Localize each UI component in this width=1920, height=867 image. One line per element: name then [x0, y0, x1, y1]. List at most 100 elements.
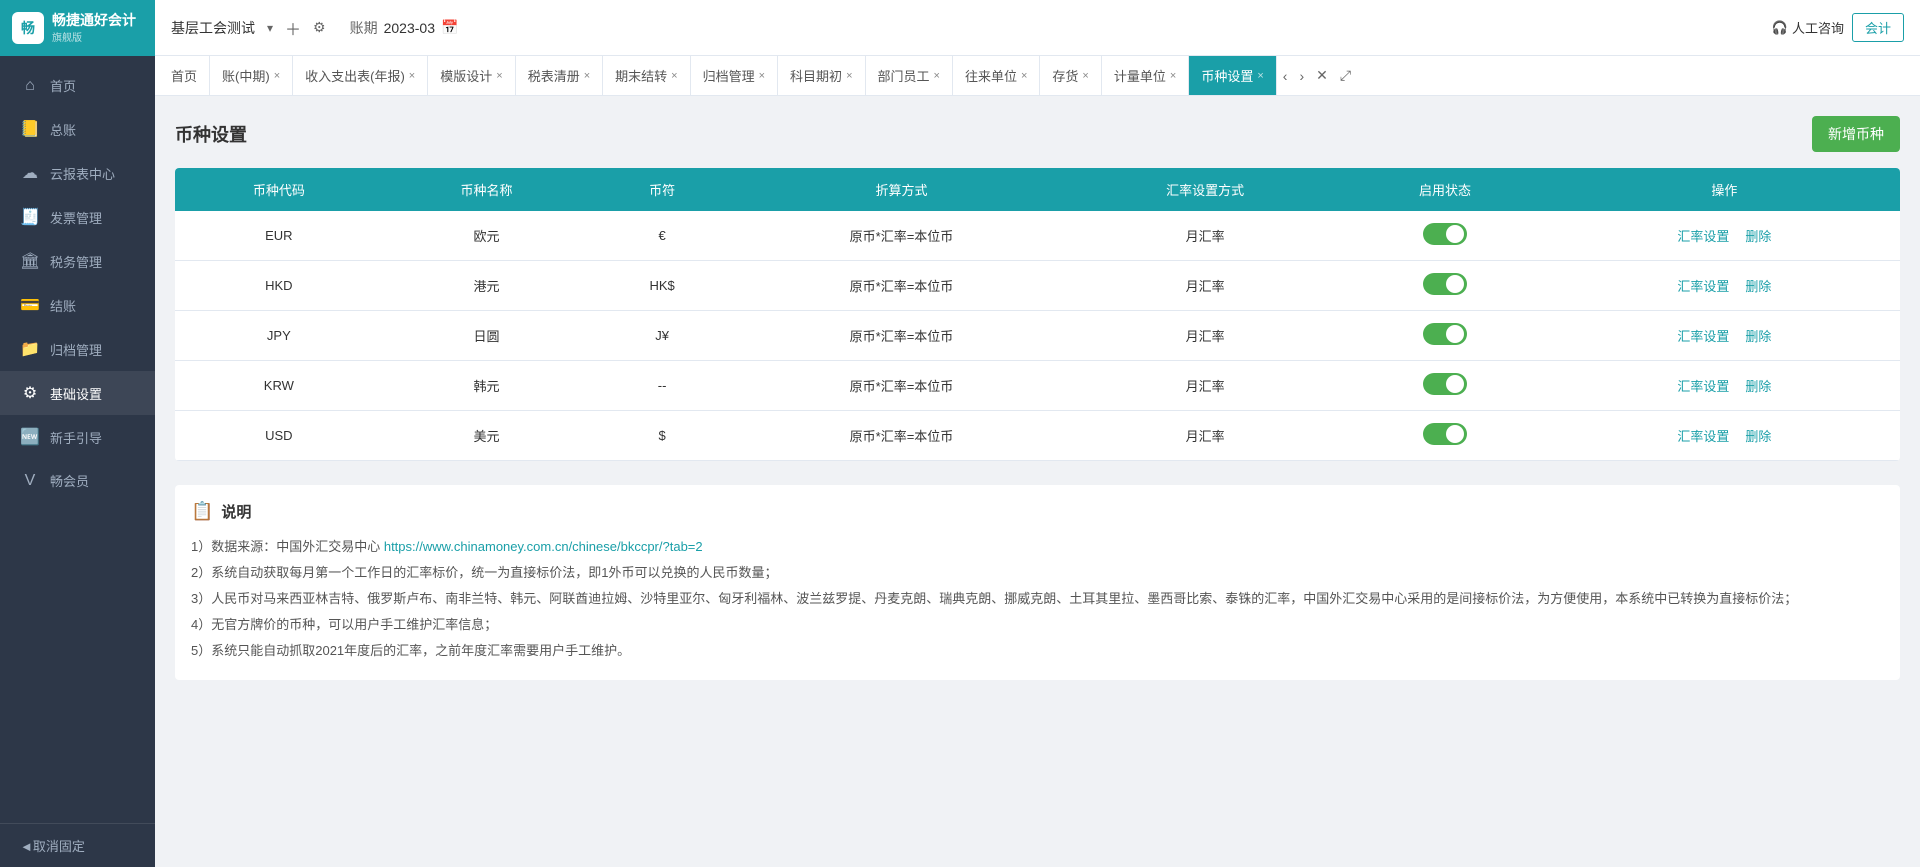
tab-label-partner: 往来单位: [965, 66, 1017, 85]
nav-icon-settings: ⚙: [20, 383, 40, 403]
cell-actions-1: 汇率设置 删除: [1549, 261, 1900, 311]
tab-close-all-btn[interactable]: ✕: [1310, 56, 1334, 96]
company-dropdown-icon[interactable]: ▾: [267, 21, 273, 35]
delete-btn-2[interactable]: 删除: [1745, 329, 1771, 344]
account-type-button[interactable]: 会计: [1852, 13, 1904, 42]
sidebar-item-home[interactable]: ⌂首页: [0, 64, 155, 107]
col-header-1: 币种名称: [383, 168, 591, 211]
toggle-3[interactable]: [1423, 373, 1467, 395]
tab-taxclear[interactable]: 税表清册 ×: [516, 56, 603, 96]
main-area: 基层工会测试 ▾ ＋ ⚙ 账期 2023-03 📅 🎧 人工咨询 会计 首页账(…: [155, 0, 1920, 867]
cell-rate-2: 月汇率: [1069, 311, 1341, 361]
tab-template[interactable]: 模版设计 ×: [428, 56, 515, 96]
tab-income[interactable]: 收入支出表(年报) ×: [293, 56, 428, 96]
calendar-icon[interactable]: 📅: [441, 19, 458, 36]
toggle-1[interactable]: [1423, 273, 1467, 295]
sidebar-item-checkout[interactable]: 💳结账: [0, 283, 155, 327]
tab-close-income[interactable]: ×: [409, 70, 415, 82]
cell-rate-3: 月汇率: [1069, 361, 1341, 411]
notes-list: 1）数据来源：中国外汇交易中心 https://www.chinamoney.c…: [191, 534, 1884, 664]
sidebar-item-archive[interactable]: 📁归档管理: [0, 327, 155, 371]
cell-actions-2: 汇率设置 删除: [1549, 311, 1900, 361]
sidebar-item-member[interactable]: V畅会员: [0, 459, 155, 502]
tab-subjects[interactable]: 科目期初 ×: [778, 56, 865, 96]
tab-expand-btn[interactable]: ⤢: [1334, 56, 1357, 96]
tab-close-unit[interactable]: ×: [1170, 70, 1176, 82]
toggle-2[interactable]: [1423, 323, 1467, 345]
rate-setting-btn-2[interactable]: 汇率设置: [1677, 329, 1729, 344]
tab-settlement[interactable]: 账(中期) ×: [210, 56, 293, 96]
delete-btn-3[interactable]: 删除: [1745, 379, 1771, 394]
nav-icon-reports: ☁: [20, 163, 40, 183]
tab-period-end[interactable]: 期末结转 ×: [603, 56, 690, 96]
toggle-knob-4: [1446, 425, 1464, 443]
rate-setting-btn-1[interactable]: 汇率设置: [1677, 279, 1729, 294]
cell-toggle-3: [1341, 361, 1549, 411]
tab-label-period-end: 期末结转: [615, 66, 667, 85]
tab-partner[interactable]: 往来单位 ×: [953, 56, 1040, 96]
tab-unit[interactable]: 计量单位 ×: [1102, 56, 1189, 96]
toggle-knob-0: [1446, 225, 1464, 243]
toggle-0[interactable]: [1423, 223, 1467, 245]
support-button[interactable]: 🎧 人工咨询: [1772, 18, 1844, 37]
col-header-5: 启用状态: [1341, 168, 1549, 211]
tab-inventory[interactable]: 存货 ×: [1040, 56, 1101, 96]
tab-close-settlement[interactable]: ×: [274, 70, 280, 82]
tab-prev-btn[interactable]: ‹: [1277, 56, 1294, 96]
nav-label-ledger: 总账: [50, 120, 76, 139]
cell-name-2: 日圆: [383, 311, 591, 361]
sidebar-footer[interactable]: ◄取消固定: [0, 823, 155, 867]
table-row-4: USD美元$原币*汇率=本位币月汇率汇率设置删除: [175, 411, 1900, 461]
tab-archive[interactable]: 归档管理 ×: [691, 56, 778, 96]
col-header-3: 折算方式: [734, 168, 1069, 211]
settings-icon[interactable]: ⚙: [313, 19, 326, 36]
tab-close-inventory[interactable]: ×: [1082, 70, 1088, 82]
cell-symbol-1: HK$: [590, 261, 733, 311]
new-currency-button[interactable]: 新增币种: [1812, 116, 1900, 152]
delete-btn-1[interactable]: 删除: [1745, 279, 1771, 294]
rate-setting-btn-4[interactable]: 汇率设置: [1677, 429, 1729, 444]
cell-symbol-3: --: [590, 361, 733, 411]
sidebar-item-reports[interactable]: ☁云报表中心: [0, 151, 155, 195]
tab-label-subjects: 科目期初: [790, 66, 842, 85]
cell-calc-4: 原币*汇率=本位币: [734, 411, 1069, 461]
tab-close-dept[interactable]: ×: [934, 70, 940, 82]
table-row-3: KRW韩元--原币*汇率=本位币月汇率汇率设置删除: [175, 361, 1900, 411]
table-row-1: HKD港元HK$原币*汇率=本位币月汇率汇率设置删除: [175, 261, 1900, 311]
tab-label-currency: 币种设置: [1201, 66, 1253, 85]
tab-close-partner[interactable]: ×: [1021, 70, 1027, 82]
sidebar-item-ledger[interactable]: 📒总账: [0, 107, 155, 151]
tab-label-taxclear: 税表清册: [528, 66, 580, 85]
cell-rate-0: 月汇率: [1069, 211, 1341, 261]
nav-label-guide: 新手引导: [50, 428, 102, 447]
tab-home[interactable]: 首页: [159, 56, 210, 96]
tab-dept[interactable]: 部门员工 ×: [866, 56, 953, 96]
tab-close-archive[interactable]: ×: [759, 70, 765, 82]
delete-btn-0[interactable]: 删除: [1745, 229, 1771, 244]
tab-close-taxclear[interactable]: ×: [584, 70, 590, 82]
sidebar-item-tax[interactable]: 🏛税务管理: [0, 239, 155, 283]
tab-label-dept: 部门员工: [878, 66, 930, 85]
tab-close-period-end[interactable]: ×: [671, 70, 677, 82]
col-header-4: 汇率设置方式: [1069, 168, 1341, 211]
notes-item-1: 2）系统自动获取每月第一个工作日的汇率标价，统一为直接标价法，即1外币可以兑换的…: [191, 560, 1884, 586]
nav-icon-tax: 🏛: [20, 251, 40, 271]
logo-subtitle: 旗舰版: [52, 29, 136, 44]
tab-close-currency[interactable]: ×: [1257, 70, 1263, 82]
rate-setting-btn-0[interactable]: 汇率设置: [1677, 229, 1729, 244]
nav-label-archive: 归档管理: [50, 340, 102, 359]
logo-title: 畅捷通好会计: [52, 12, 136, 29]
tab-next-btn[interactable]: ›: [1293, 56, 1310, 96]
tab-close-template[interactable]: ×: [496, 70, 502, 82]
tab-currency[interactable]: 币种设置 ×: [1189, 56, 1276, 96]
sidebar-item-settings[interactable]: ⚙基础设置: [0, 371, 155, 415]
notes-link[interactable]: https://www.chinamoney.com.cn/chinese/bk…: [384, 539, 703, 554]
add-tab-icon[interactable]: ＋: [285, 16, 301, 40]
sidebar-item-guide[interactable]: 🆕新手引导: [0, 415, 155, 459]
toggle-4[interactable]: [1423, 423, 1467, 445]
sidebar-item-invoice[interactable]: 🧾发票管理: [0, 195, 155, 239]
delete-btn-4[interactable]: 删除: [1745, 429, 1771, 444]
rate-setting-btn-3[interactable]: 汇率设置: [1677, 379, 1729, 394]
tab-close-subjects[interactable]: ×: [846, 70, 852, 82]
col-header-2: 币符: [590, 168, 733, 211]
